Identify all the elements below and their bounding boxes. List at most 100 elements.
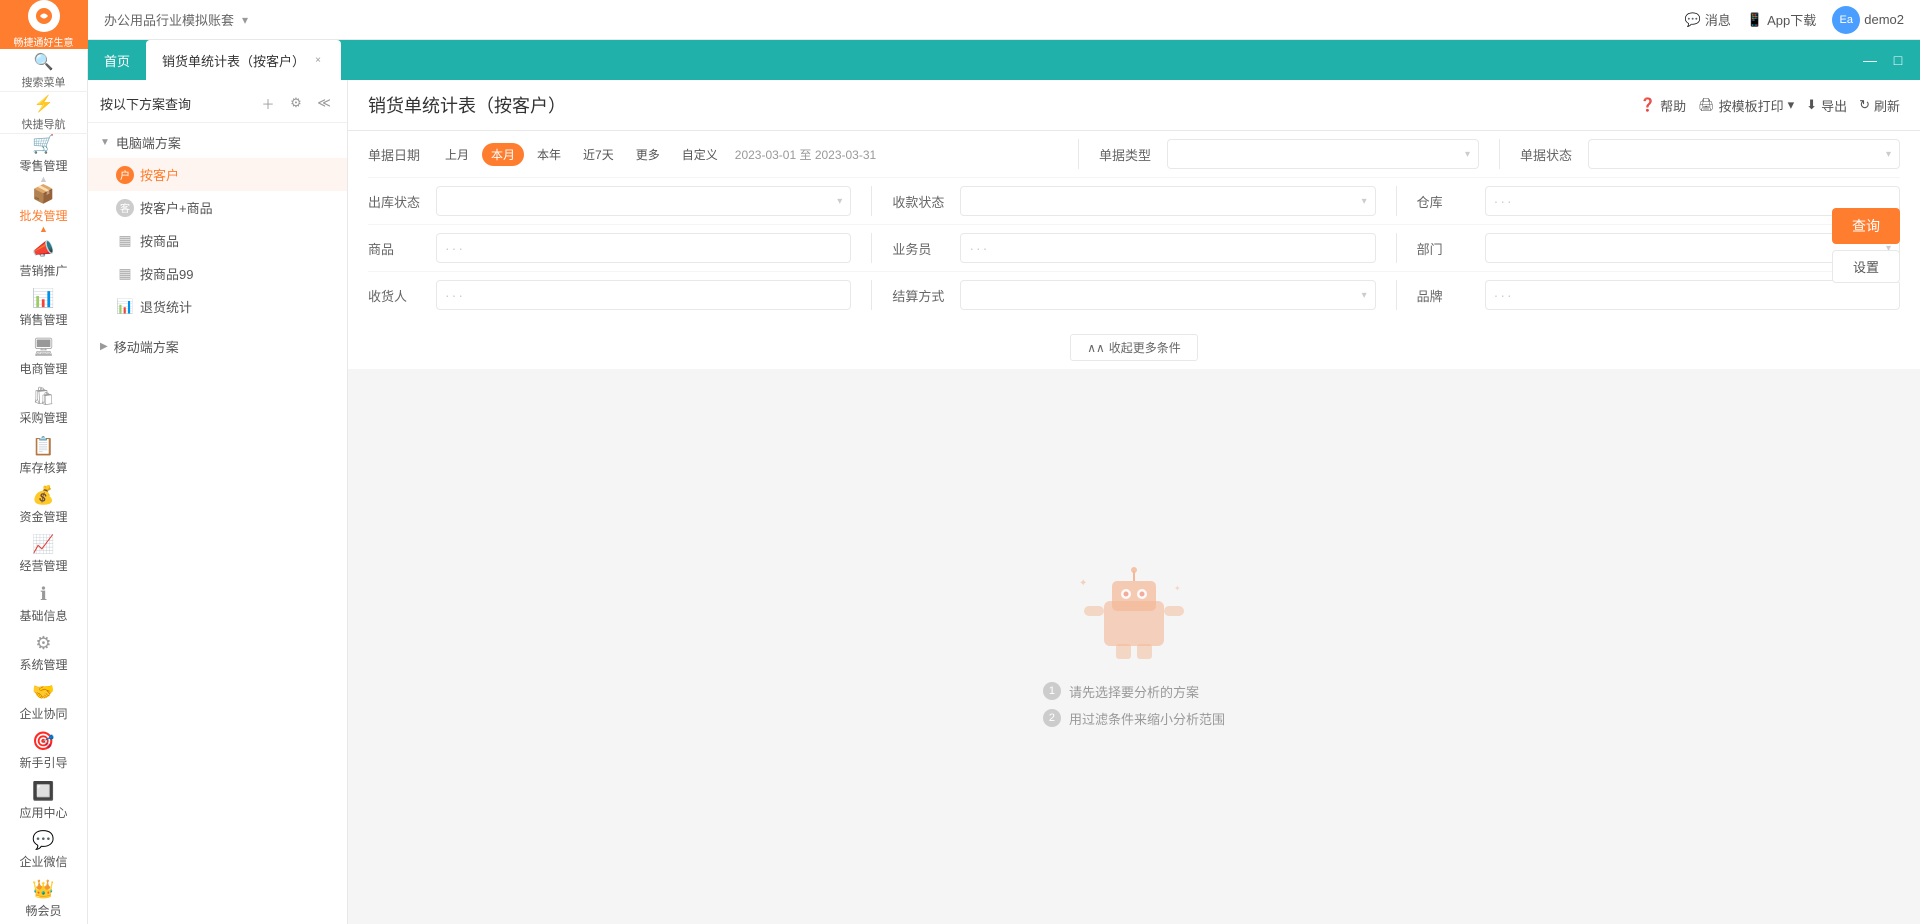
print-button[interactable]: 🖨 按模板打印 ▾ — [1698, 96, 1794, 115]
date-btn-custom[interactable]: 自定义 — [673, 143, 727, 166]
filter-sep-6 — [1396, 233, 1397, 263]
settings-button[interactable]: 设置 — [1832, 250, 1900, 283]
docstatus-arrow: ▾ — [1886, 149, 1891, 160]
filter-outstatus-item: 出库状态 ▾ — [368, 186, 851, 216]
scheme-item-customer-goods[interactable]: 客 按客户+商品 — [88, 191, 347, 224]
scheme-settings-button[interactable]: ⚙ — [285, 92, 307, 114]
salesperson-dots: ··· — [969, 240, 989, 256]
avatar: Ea — [1832, 6, 1860, 34]
scheme-add-button[interactable]: ＋ — [257, 92, 279, 114]
sidebar-item-search[interactable]: 🔍 搜索菜单 — [0, 49, 88, 91]
filter-settle-item: 结算方式 ▾ — [892, 280, 1375, 310]
collapse-up-icon: ∧∧ — [1087, 341, 1105, 355]
sidebar-item-system[interactable]: ⚙ 系统管理 — [0, 628, 88, 677]
outstatus-arrow: ▾ — [837, 196, 842, 207]
message-button[interactable]: 💬 消息 — [1685, 10, 1731, 29]
sidebar-item-quicknav[interactable]: ⚡ 快捷导航 — [0, 92, 88, 134]
page-title: 销货单统计表（按客户） — [368, 92, 566, 118]
app-logo[interactable]: 畅捷通好生意 — [0, 0, 88, 49]
doctype-select[interactable]: ▾ — [1167, 139, 1479, 169]
sidebar: 畅捷通好生意 🔍 搜索菜单 ⚡ 快捷导航 🛒 零售管理 ▲ 📦 批发管理 ▲ 📣… — [0, 0, 88, 924]
sidebar-item-purchase[interactable]: 🛍 采购管理 — [0, 382, 88, 431]
sidebar-item-member[interactable]: 👑 畅会员 — [0, 875, 88, 924]
scheme-item-goods99[interactable]: ▦ 按商品99 — [88, 257, 347, 290]
sidebar-item-wholesale[interactable]: 📦 批发管理 ▲ — [0, 184, 88, 234]
scheme-customer-goods-icon: 客 — [116, 199, 134, 217]
topbar-dropdown-arrow[interactable]: ▾ — [242, 13, 248, 27]
main-area: 办公用品行业模拟账套 ▾ 💬 消息 📱 App下载 Ea demo2 首页 — [88, 0, 1920, 924]
scheme-group-desktop-header[interactable]: ▼ 电脑端方案 — [88, 127, 347, 158]
scheme-item-goods[interactable]: ▦ 按商品 — [88, 224, 347, 257]
filter-docstatus-item: 单据状态 ▾ — [1520, 139, 1900, 169]
receiptstatus-select[interactable]: ▾ — [960, 186, 1375, 216]
warehouse-dots: ··· — [1494, 193, 1514, 209]
query-buttons-area: 查询 设置 — [1832, 208, 1900, 283]
brand-label: 品牌 — [1417, 286, 1477, 305]
scheme-item-customer[interactable]: 户 按客户 — [88, 158, 347, 191]
settle-select[interactable]: ▾ — [960, 280, 1375, 310]
date-btn-this-month[interactable]: 本月 — [482, 143, 524, 166]
sidebar-item-ecommerce[interactable]: 🖥 电商管理 — [0, 333, 88, 382]
tab-sales-stats[interactable]: 销货单统计表（按客户） × — [146, 40, 341, 80]
doctype-arrow: ▾ — [1465, 149, 1470, 160]
sidebar-item-marketing[interactable]: 📣 营销推广 — [0, 234, 88, 283]
sidebar-item-basic-info[interactable]: ℹ 基础信息 — [0, 579, 88, 628]
topbar: 办公用品行业模拟账套 ▾ 💬 消息 📱 App下载 Ea demo2 — [88, 0, 1920, 40]
scheme-item-return[interactable]: 📊 退货统计 — [88, 290, 347, 323]
tab-minimize-button[interactable]: — — [1856, 46, 1884, 74]
salesperson-select[interactable]: ··· — [960, 233, 1375, 263]
scheme-collapse-button[interactable]: ≪ — [313, 92, 335, 114]
goods-label: 商品 — [368, 239, 428, 258]
outstatus-label: 出库状态 — [368, 192, 428, 211]
filter-department-item: 部门 ▾ — [1417, 233, 1900, 263]
refresh-button[interactable]: ↻ 刷新 — [1859, 96, 1900, 115]
tab-home[interactable]: 首页 — [88, 40, 146, 80]
hint-num-2: 2 — [1043, 709, 1061, 727]
filter-row-3: 商品 ··· 业务员 ··· 部门 — [368, 225, 1900, 272]
filter-brand-item: 品牌 ··· — [1417, 280, 1900, 310]
help-icon: ❓ — [1640, 97, 1656, 113]
filter-area: 单据日期 上月 本月 本年 近7天 更多 自定义 2023-03-01 至 20… — [348, 131, 1920, 326]
scheme-group-mobile-header[interactable]: ▶ 移动端方案 — [88, 331, 347, 362]
tab-close-icon[interactable]: × — [311, 53, 325, 67]
scheme-goods-icon: ▦ — [116, 232, 134, 250]
content-header: 销货单统计表（按客户） ❓ 帮助 🖨 按模板打印 ▾ ⬇ — [348, 80, 1920, 131]
docstatus-select[interactable]: ▾ — [1588, 139, 1900, 169]
filter-row-2: 出库状态 ▾ 收款状态 ▾ — [368, 178, 1900, 225]
sidebar-item-retail[interactable]: 🛒 零售管理 ▲ — [0, 134, 88, 184]
doctype-label: 单据类型 — [1099, 145, 1159, 164]
date-btn-7days[interactable]: 近7天 — [574, 143, 623, 166]
department-label: 部门 — [1417, 239, 1477, 258]
tab-maximize-button[interactable]: □ — [1884, 46, 1912, 74]
sidebar-item-finance[interactable]: 💰 资金管理 — [0, 480, 88, 529]
collapse-filters-button[interactable]: ∧∧ 收起更多条件 — [1070, 334, 1198, 361]
sidebar-item-weixin[interactable]: 💬 企业微信 — [0, 825, 88, 874]
page-area: 按以下方案查询 ＋ ⚙ ≪ ▼ 电脑端方案 户 按客户 客 — [88, 80, 1920, 924]
sidebar-item-inventory[interactable]: 📋 库存核算 — [0, 431, 88, 480]
sidebar-item-sales[interactable]: 📊 销售管理 — [0, 283, 88, 332]
filter-receiver-item: 收货人 ··· — [368, 280, 851, 310]
sidebar-item-guide[interactable]: 🎯 新手引导 — [0, 727, 88, 776]
filter-sep-5 — [871, 233, 872, 263]
query-button[interactable]: 查询 — [1832, 208, 1900, 244]
download-icon: 📱 — [1747, 12, 1763, 28]
message-icon: 💬 — [1685, 12, 1701, 28]
outstatus-select[interactable]: ▾ — [436, 186, 851, 216]
date-btn-last-month[interactable]: 上月 — [436, 143, 478, 166]
app-download-button[interactable]: 📱 App下载 — [1747, 10, 1816, 29]
sidebar-item-enterprise[interactable]: 🤝 企业协同 — [0, 678, 88, 727]
brand-dots: ··· — [1494, 287, 1514, 303]
receiver-select[interactable]: ··· — [436, 280, 851, 310]
goods-dots: ··· — [445, 240, 465, 256]
help-button[interactable]: ❓ 帮助 — [1640, 96, 1686, 115]
brand-select[interactable]: ··· — [1485, 280, 1900, 310]
goods-select[interactable]: ··· — [436, 233, 851, 263]
sidebar-item-operations[interactable]: 📈 经营管理 — [0, 530, 88, 579]
date-btn-more[interactable]: 更多 — [627, 143, 669, 166]
filter-sep-8 — [1396, 280, 1397, 310]
export-button[interactable]: ⬇ 导出 — [1806, 96, 1847, 115]
sidebar-item-appcenter[interactable]: 🔲 应用中心 — [0, 776, 88, 825]
user-avatar-area[interactable]: Ea demo2 — [1832, 6, 1904, 34]
date-btn-this-year[interactable]: 本年 — [528, 143, 570, 166]
receiver-label: 收货人 — [368, 286, 428, 305]
